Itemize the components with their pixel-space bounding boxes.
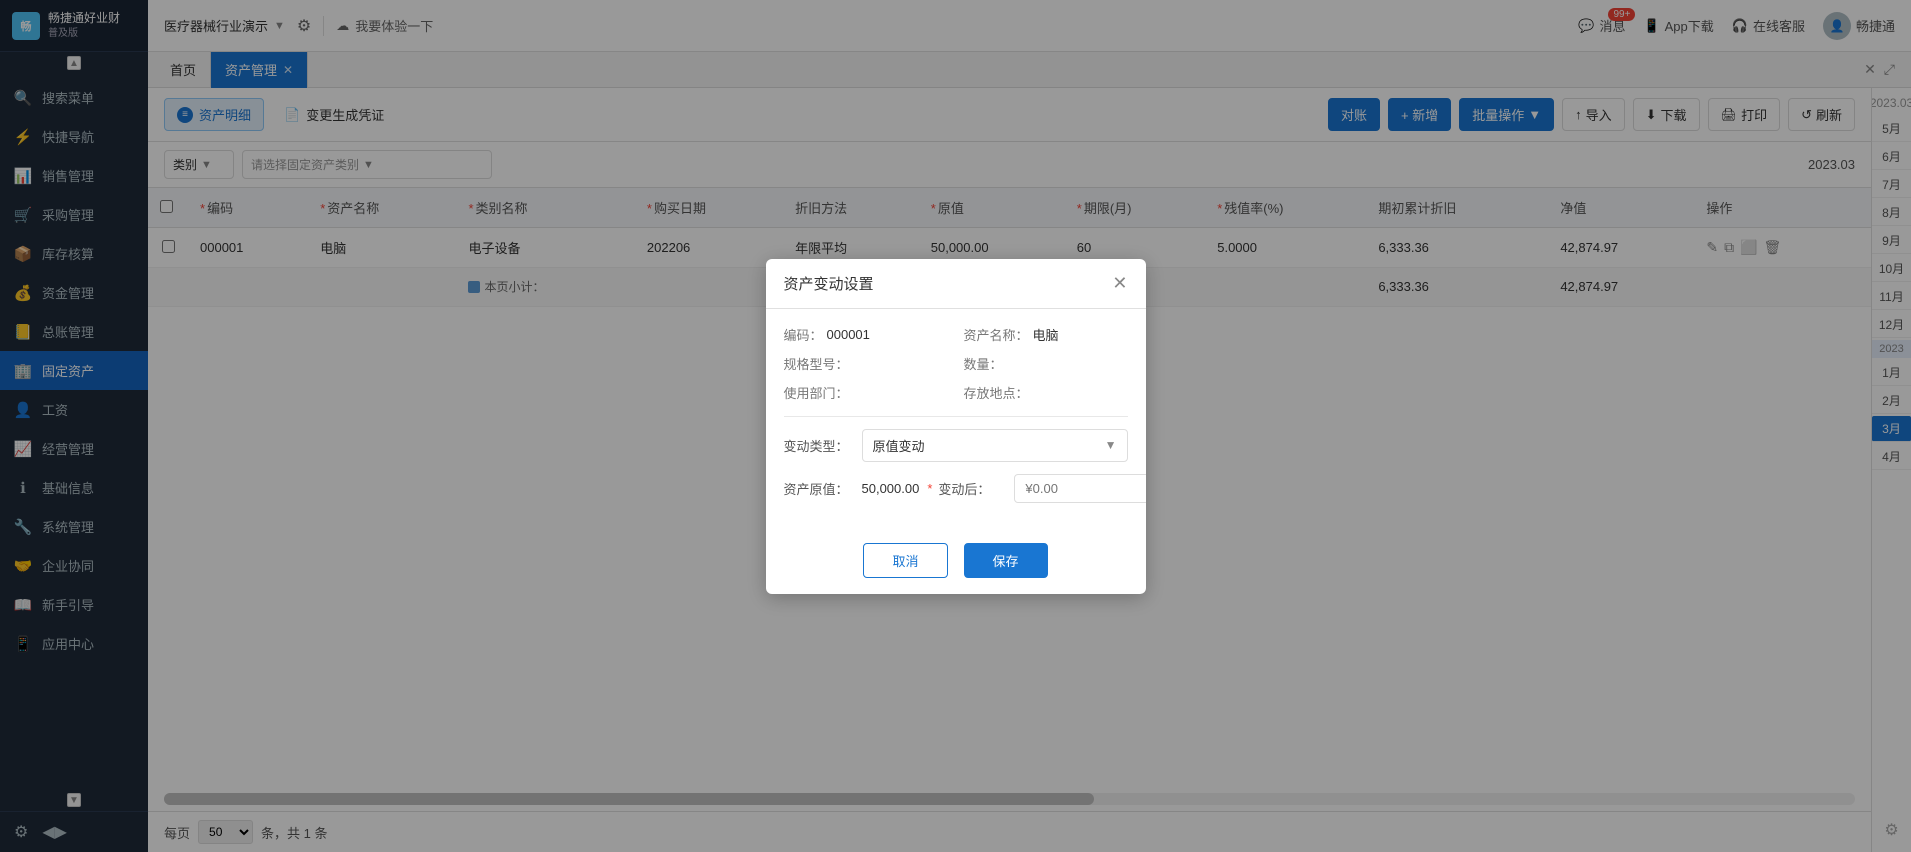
change-type-arrow: ▼: [1105, 438, 1117, 452]
cancel-btn[interactable]: 取消: [863, 543, 947, 578]
modal-code-item: 编码： 000001: [784, 325, 948, 344]
modal-code-label: 编码：: [784, 325, 823, 344]
modal-change-type-select[interactable]: 原值变动 ▼: [862, 429, 1128, 462]
required-mark: *: [927, 481, 932, 496]
modal-title: 资产变动设置: [784, 273, 874, 294]
modal-quantity-label: 数量：: [964, 354, 1003, 373]
modal-change-type-label: 变动类型：: [784, 436, 854, 455]
modal-asset-name-item: 资产名称： 电脑: [964, 325, 1128, 344]
modal-original-value-value: 50,000.00: [862, 481, 920, 496]
modal-divider: [784, 416, 1128, 417]
after-change-input[interactable]: [1014, 474, 1145, 503]
modal-overlay: 资产变动设置 ✕ 编码： 000001 资产名称： 电脑 规格型号： 数量：: [0, 0, 1911, 852]
modal-code-value: 000001: [827, 327, 870, 342]
modal-original-value-row: 资产原值： 50,000.00 * 变动后：: [784, 474, 1128, 503]
modal-change-type-value: 原值变动: [873, 436, 925, 455]
modal-change-type-row: 变动类型： 原值变动 ▼: [784, 429, 1128, 462]
modal-dept-label: 使用部门：: [784, 383, 849, 402]
after-change-label: 变动后：: [938, 479, 1008, 498]
modal-spec-label: 规格型号：: [784, 354, 849, 373]
modal-asset-name-label: 资产名称：: [964, 325, 1029, 344]
modal-dept-item: 使用部门：: [784, 383, 948, 402]
modal-close-btn[interactable]: ✕: [1112, 273, 1127, 294]
modal-header: 资产变动设置 ✕: [766, 259, 1146, 309]
save-btn[interactable]: 保存: [964, 543, 1048, 578]
after-change-group: * 变动后：: [927, 474, 1145, 503]
modal-body: 编码： 000001 资产名称： 电脑 规格型号： 数量： 使用部门：: [766, 309, 1146, 531]
asset-change-modal: 资产变动设置 ✕ 编码： 000001 资产名称： 电脑 规格型号： 数量：: [766, 259, 1146, 594]
modal-footer: 取消 保存: [766, 531, 1146, 594]
modal-info-grid: 编码： 000001 资产名称： 电脑 规格型号： 数量： 使用部门：: [784, 325, 1128, 402]
modal-location-label: 存放地点：: [964, 383, 1029, 402]
modal-quantity-item: 数量：: [964, 354, 1128, 373]
modal-location-item: 存放地点：: [964, 383, 1128, 402]
modal-original-value-label: 资产原值：: [784, 479, 854, 498]
modal-spec-item: 规格型号：: [784, 354, 948, 373]
modal-asset-name-value: 电脑: [1033, 325, 1059, 344]
